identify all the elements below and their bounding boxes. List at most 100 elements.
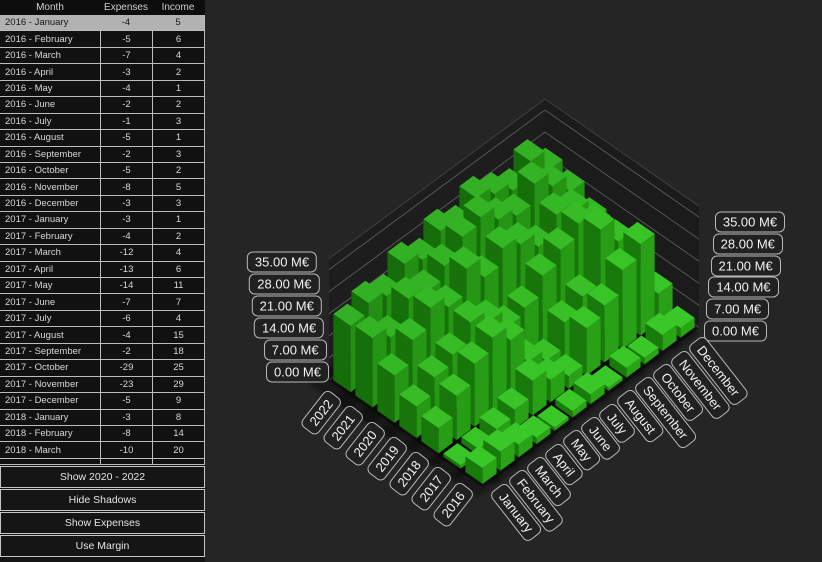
value-axis-label: 7.00 M€ bbox=[263, 339, 327, 361]
cell-expenses: -2 bbox=[100, 97, 152, 113]
cell-income: 6 bbox=[152, 261, 204, 277]
cell-income: 4 bbox=[152, 310, 204, 327]
cell-expenses: -4 bbox=[100, 80, 152, 97]
cell-expenses: -3 bbox=[100, 212, 152, 228]
table-row[interactable]: 2016 - January -4 5 bbox=[0, 15, 205, 32]
cell-expenses: -8 bbox=[100, 425, 152, 442]
cell-income: 2 bbox=[152, 64, 204, 80]
cell-month: 2017 - December bbox=[5, 395, 79, 407]
table-row[interactable]: 2018 - January -3 8 bbox=[0, 409, 205, 426]
table-row[interactable]: 2016 - March -7 4 bbox=[0, 47, 205, 65]
table-row[interactable]: 2017 - May -14 11 bbox=[0, 278, 205, 295]
table-row[interactable]: 2017 - December -5 9 bbox=[0, 393, 205, 410]
table-row[interactable]: 2016 - August -5 1 bbox=[0, 130, 205, 147]
table-row[interactable]: 2016 - September -2 3 bbox=[0, 146, 205, 163]
cell-income: 2 bbox=[152, 162, 204, 179]
cell-month: 2017 - April bbox=[5, 263, 54, 275]
cell-income: 2 bbox=[152, 97, 204, 113]
cell-expenses: -8 bbox=[100, 179, 152, 195]
table-row[interactable]: 2017 - October -29 25 bbox=[0, 360, 205, 377]
cell-month: 2018 - January bbox=[5, 411, 69, 423]
table-row-partial[interactable] bbox=[0, 458, 205, 465]
value-axis-label: 0.00 M€ bbox=[266, 361, 329, 383]
cell-month: 2017 - May bbox=[5, 280, 53, 292]
cell-month: 2016 - September bbox=[5, 148, 82, 160]
cell-month: 2016 - April bbox=[5, 66, 54, 78]
table-row[interactable]: 2016 - December -3 3 bbox=[0, 195, 205, 213]
value-axis-label: 28.00 M€ bbox=[712, 233, 783, 255]
cell-expenses: -5 bbox=[100, 393, 152, 409]
cell-month: 2017 - August bbox=[5, 329, 64, 341]
column-header-expenses: Expenses bbox=[104, 2, 148, 13]
table-row[interactable]: 2017 - July -6 4 bbox=[0, 310, 205, 328]
cell-income: 4 bbox=[152, 47, 204, 64]
cell-expenses: -3 bbox=[100, 195, 152, 212]
data-table-panel: Month Expenses Income 2016 - January -4 5 2… bbox=[0, 0, 205, 562]
table-header: Month Expenses Income bbox=[0, 0, 205, 15]
cell-income: 1 bbox=[152, 212, 204, 228]
cell-month: 2016 - August bbox=[5, 132, 64, 144]
cell-month: 2017 - January bbox=[5, 214, 69, 226]
table-row[interactable]: 2018 - March -10 20 bbox=[0, 442, 205, 459]
value-axis-label: 35.00 M€ bbox=[714, 211, 786, 233]
table-row[interactable]: 2017 - June -7 7 bbox=[0, 294, 205, 311]
cell-income: 6 bbox=[152, 31, 204, 47]
use-margin-button[interactable]: Use Margin bbox=[0, 534, 205, 557]
cell-income: 8 bbox=[152, 409, 204, 425]
table-row[interactable]: 2016 - July -1 3 bbox=[0, 113, 205, 131]
table-row[interactable]: 2016 - June -2 2 bbox=[0, 97, 205, 114]
qml-bars-application: Month Expenses Income 2016 - January -4 5 2… bbox=[0, 0, 822, 562]
table-row[interactable]: 2017 - February -4 2 bbox=[0, 228, 205, 246]
cell-expenses: -5 bbox=[100, 31, 152, 47]
cell-income: 7 bbox=[152, 294, 204, 310]
hide-shadows-button[interactable]: Hide Shadows bbox=[0, 488, 205, 511]
table-row[interactable]: 2017 - January -3 1 bbox=[0, 212, 205, 229]
cell-month: 2018 - March bbox=[5, 444, 61, 456]
cell-income: 5 bbox=[175, 17, 181, 29]
cell-income: 3 bbox=[152, 195, 204, 212]
cell-income: 15 bbox=[152, 327, 204, 343]
column-header-month: Month bbox=[36, 2, 64, 13]
cell-month: 2016 - October bbox=[5, 165, 69, 177]
table-row[interactable]: 2016 - November -8 5 bbox=[0, 179, 205, 196]
cell-expenses: -3 bbox=[100, 64, 152, 80]
table-row[interactable]: 2017 - November -23 29 bbox=[0, 376, 205, 394]
value-axis-label: 14.00 M€ bbox=[708, 276, 779, 298]
cell-month: 2016 - June bbox=[5, 99, 56, 111]
table-row[interactable]: 2017 - April -13 6 bbox=[0, 261, 205, 278]
cell-month: 2017 - June bbox=[5, 296, 56, 308]
bar3d-chart-view[interactable]: 0.00 M€ 0.00 M€ 7.00 M€ 7.00 M€ 14.00 M€ 14.0… bbox=[205, 0, 822, 562]
cell-month: 2016 - January bbox=[5, 17, 69, 29]
cell-income: 14 bbox=[152, 425, 204, 442]
cell-month: 2017 - March bbox=[5, 247, 61, 259]
value-axis-label: 28.00 M€ bbox=[249, 273, 320, 295]
cell-expenses: -10 bbox=[100, 442, 152, 458]
cell-month: 2016 - December bbox=[5, 198, 79, 210]
cell-expenses: -12 bbox=[100, 245, 152, 261]
table-row[interactable]: 2017 - August -4 15 bbox=[0, 327, 205, 344]
table-row[interactable]: 2018 - February -8 14 bbox=[0, 425, 205, 443]
value-axis-label: 0.00 M€ bbox=[704, 320, 767, 342]
table-row[interactable]: 2016 - April -3 2 bbox=[0, 64, 205, 81]
show-expenses-button[interactable]: Show Expenses bbox=[0, 511, 205, 534]
cell-month: 2018 - February bbox=[5, 428, 73, 440]
cell-income: 11 bbox=[152, 278, 204, 294]
cell-income: 9 bbox=[152, 393, 204, 409]
cell-month: 2017 - October bbox=[5, 362, 69, 374]
table-row[interactable]: 2017 - September -2 18 bbox=[0, 343, 205, 361]
cell-expenses: -7 bbox=[100, 47, 152, 64]
value-axis-label: 35.00 M€ bbox=[246, 251, 318, 273]
table-row[interactable]: 2016 - May -4 1 bbox=[0, 80, 205, 98]
table-row[interactable]: 2016 - October -5 2 bbox=[0, 162, 205, 180]
cell-expenses: -13 bbox=[100, 261, 152, 277]
cell-income: 18 bbox=[152, 343, 204, 360]
cell-month: 2017 - November bbox=[5, 378, 79, 390]
table-row[interactable]: 2017 - March -12 4 bbox=[0, 245, 205, 262]
cell-month: 2016 - May bbox=[5, 82, 53, 94]
cell-expenses: -5 bbox=[100, 162, 152, 179]
cell-month: 2017 - February bbox=[5, 230, 73, 242]
show-years-button[interactable]: Show 2020 - 2022 bbox=[0, 465, 205, 488]
table-row[interactable]: 2016 - February -5 6 bbox=[0, 31, 205, 48]
cell-income: 20 bbox=[152, 442, 204, 458]
cell-income: 4 bbox=[152, 245, 204, 261]
